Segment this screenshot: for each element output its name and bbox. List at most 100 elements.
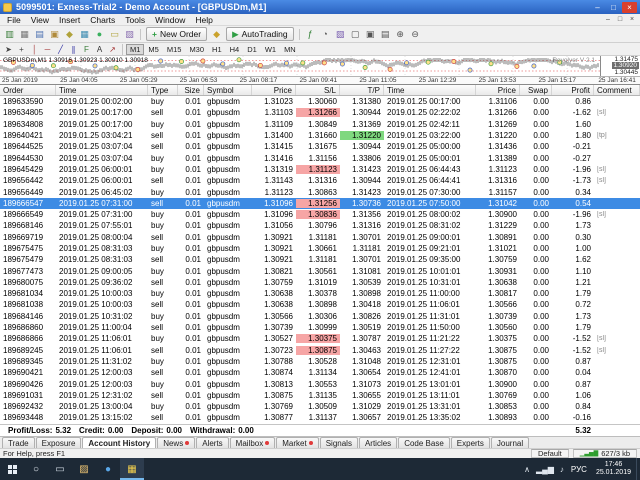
menu-tools[interactable]: Tools [120, 15, 150, 25]
history-row[interactable]: 189690426 2019.01.25 12:00:03 buy 0.01 gbpus… [0, 378, 640, 389]
column-header-price[interactable]: Price [476, 85, 520, 95]
browser-icon[interactable]: ● [96, 458, 120, 480]
tab-mailbox[interactable]: Mailbox [229, 437, 276, 448]
child-restore-button[interactable]: □ [614, 16, 626, 23]
chart-profiles-icon[interactable]: ▦ [17, 27, 32, 41]
history-row[interactable]: 189681038 2019.01.25 10:00:03 sell 0.01 gbpu… [0, 299, 640, 310]
language-indicator[interactable]: РУС [567, 465, 591, 474]
timeframe-m30[interactable]: M30 [185, 44, 208, 55]
minimize-button[interactable]: – [590, 2, 605, 13]
history-row[interactable]: 189692432 2019.01.25 13:00:04 buy 0.01 gbpus… [0, 401, 640, 412]
tab-code-base[interactable]: Code Base [398, 437, 450, 448]
child-minimize-button[interactable]: – [602, 16, 614, 23]
trendline-icon[interactable]: ╱ [54, 44, 67, 55]
history-row[interactable]: 189666547 2019.01.25 07:31:00 sell 0.01 gbpu… [0, 197, 640, 209]
timeframe-m5[interactable]: M5 [144, 44, 162, 55]
column-header-symbol[interactable]: Symbol [204, 85, 252, 95]
timeframe-m15[interactable]: M15 [163, 44, 186, 55]
channel-icon[interactable]: ∥ [67, 44, 80, 55]
crosshair-icon[interactable]: + [15, 44, 28, 55]
history-row[interactable]: 189689245 2019.01.25 11:06:01 sell 0.01 gbpu… [0, 345, 640, 356]
column-header-comment[interactable]: Comment [594, 85, 640, 95]
history-row[interactable]: 189634805 2019.01.25 00:17:00 sell 0.01 gbpu… [0, 107, 640, 118]
file-explorer-icon[interactable]: ▨ [72, 458, 96, 480]
status-profile[interactable]: Default [530, 449, 569, 458]
close-button[interactable]: × [622, 1, 637, 13]
new-order-button[interactable]: + New Order [146, 27, 208, 41]
text-label-icon[interactable]: A [93, 44, 106, 55]
menu-charts[interactable]: Charts [85, 15, 120, 25]
history-row[interactable]: 189656442 2019.01.25 06:00:01 sell 0.01 gbpu… [0, 175, 640, 186]
tab-alerts[interactable]: Alerts [196, 437, 229, 448]
column-header-time[interactable]: Time [56, 85, 148, 95]
history-row[interactable]: 189677473 2019.01.25 09:00:05 buy 0.01 gbpus… [0, 265, 640, 276]
tile-windows-icon[interactable]: ▢ [348, 27, 363, 41]
column-header-price[interactable]: Price [252, 85, 296, 95]
history-row[interactable]: 189675475 2019.01.25 08:31:03 buy 0.01 gbpus… [0, 243, 640, 254]
metatrader-taskbar-icon[interactable]: ▦ [120, 458, 144, 480]
tab-news[interactable]: News [157, 437, 196, 448]
column-header-sl[interactable]: S/L [296, 85, 340, 95]
tray-expand-icon[interactable]: ∧ [521, 465, 533, 474]
history-row[interactable]: 189686866 2019.01.25 11:06:01 buy 0.01 gbpus… [0, 333, 640, 344]
history-row[interactable]: 189686860 2019.01.25 11:00:04 sell 0.01 gbpu… [0, 322, 640, 333]
navigator-icon[interactable]: ◆ [62, 27, 77, 41]
show-desktop-button[interactable] [636, 458, 640, 480]
search-icon[interactable]: ○ [24, 458, 48, 480]
zoom-in-icon[interactable]: ⊕ [393, 27, 408, 41]
new-email-icon[interactable]: ▭ [107, 27, 122, 41]
zoom-out-icon[interactable]: ⊖ [408, 27, 423, 41]
tab-articles[interactable]: Articles [358, 437, 398, 448]
print-icon[interactable]: ▤ [378, 27, 393, 41]
menu-insert[interactable]: Insert [54, 15, 85, 25]
periods-icon[interactable]: ◔ [318, 27, 333, 41]
task-view-icon[interactable]: ▭ [48, 458, 72, 480]
history-row[interactable]: 189690421 2019.01.25 12:00:03 sell 0.01 gbpu… [0, 367, 640, 378]
horizontal-line-icon[interactable]: ─ [41, 44, 54, 55]
restore-button[interactable]: □ [606, 2, 621, 13]
tab-trade[interactable]: Trade [2, 437, 35, 448]
fibonacci-icon[interactable]: F [80, 44, 93, 55]
column-header-order[interactable]: Order [0, 85, 56, 95]
tab-exposure[interactable]: Exposure [35, 437, 82, 448]
menu-file[interactable]: File [2, 15, 26, 25]
menu-window[interactable]: Window [150, 15, 190, 25]
history-row[interactable]: 189656449 2019.01.25 06:45:02 buy 0.01 gbpus… [0, 186, 640, 197]
history-row[interactable]: 189645429 2019.01.25 06:00:01 buy 0.01 gbpus… [0, 164, 640, 175]
script-icon[interactable]: ▨ [122, 27, 137, 41]
tab-account-history[interactable]: Account History [82, 437, 157, 448]
column-header-tp[interactable]: T/P [340, 85, 384, 95]
arrow-stamp-icon[interactable]: ↗ [106, 44, 119, 55]
history-row[interactable]: 189644525 2019.01.25 03:07:04 sell 0.01 gbpu… [0, 141, 640, 152]
cursor-icon[interactable]: ➤ [2, 44, 15, 55]
metaeditor-icon[interactable]: ◆ [209, 27, 224, 41]
column-header-type[interactable]: Type [148, 85, 178, 95]
timeframe-mn[interactable]: MN [280, 44, 300, 55]
timeframe-h4[interactable]: H4 [226, 44, 244, 55]
timeframe-w1[interactable]: W1 [261, 44, 280, 55]
menu-view[interactable]: View [26, 15, 54, 25]
indicators-icon[interactable]: ƒ [303, 27, 318, 41]
timeframe-h1[interactable]: H1 [208, 44, 226, 55]
history-row[interactable]: 189680075 2019.01.25 09:36:02 sell 0.01 gbpu… [0, 277, 640, 288]
tab-experts[interactable]: Experts [450, 437, 490, 448]
menu-help[interactable]: Help [190, 15, 217, 25]
history-row[interactable]: 189644530 2019.01.25 03:07:04 buy 0.01 gbpus… [0, 152, 640, 163]
tab-signals[interactable]: Signals [319, 437, 358, 448]
new-chart-icon[interactable]: ▥ [2, 27, 17, 41]
history-row[interactable]: 189691031 2019.01.25 12:31:02 sell 0.01 gbpu… [0, 390, 640, 401]
network-icon[interactable]: ▂▄▆ [533, 465, 557, 474]
tab-journal[interactable]: Journal [490, 437, 530, 448]
autotrading-button[interactable]: ▶ AutoTrading [226, 27, 294, 41]
history-row[interactable]: 189669719 2019.01.25 08:00:04 sell 0.01 gbpu… [0, 232, 640, 243]
volume-icon[interactable]: ♪ [557, 465, 567, 474]
history-row[interactable]: 189634808 2019.01.25 00:17:00 buy 0.01 gbpus… [0, 119, 640, 130]
history-row[interactable]: 189675479 2019.01.25 08:31:03 sell 0.01 gbpu… [0, 254, 640, 265]
vertical-line-icon[interactable]: │ [28, 44, 41, 55]
cascade-windows-icon[interactable]: ▣ [363, 27, 378, 41]
history-row[interactable]: 189684146 2019.01.25 10:31:02 buy 0.01 gbpus… [0, 311, 640, 322]
strategy-tester-icon[interactable]: ● [92, 27, 107, 41]
templates-icon[interactable]: ▧ [333, 27, 348, 41]
history-row[interactable]: 189668146 2019.01.25 07:55:01 buy 0.01 gbpus… [0, 220, 640, 231]
history-row[interactable]: 189689345 2019.01.25 11:31:02 buy 0.01 gbpus… [0, 356, 640, 367]
